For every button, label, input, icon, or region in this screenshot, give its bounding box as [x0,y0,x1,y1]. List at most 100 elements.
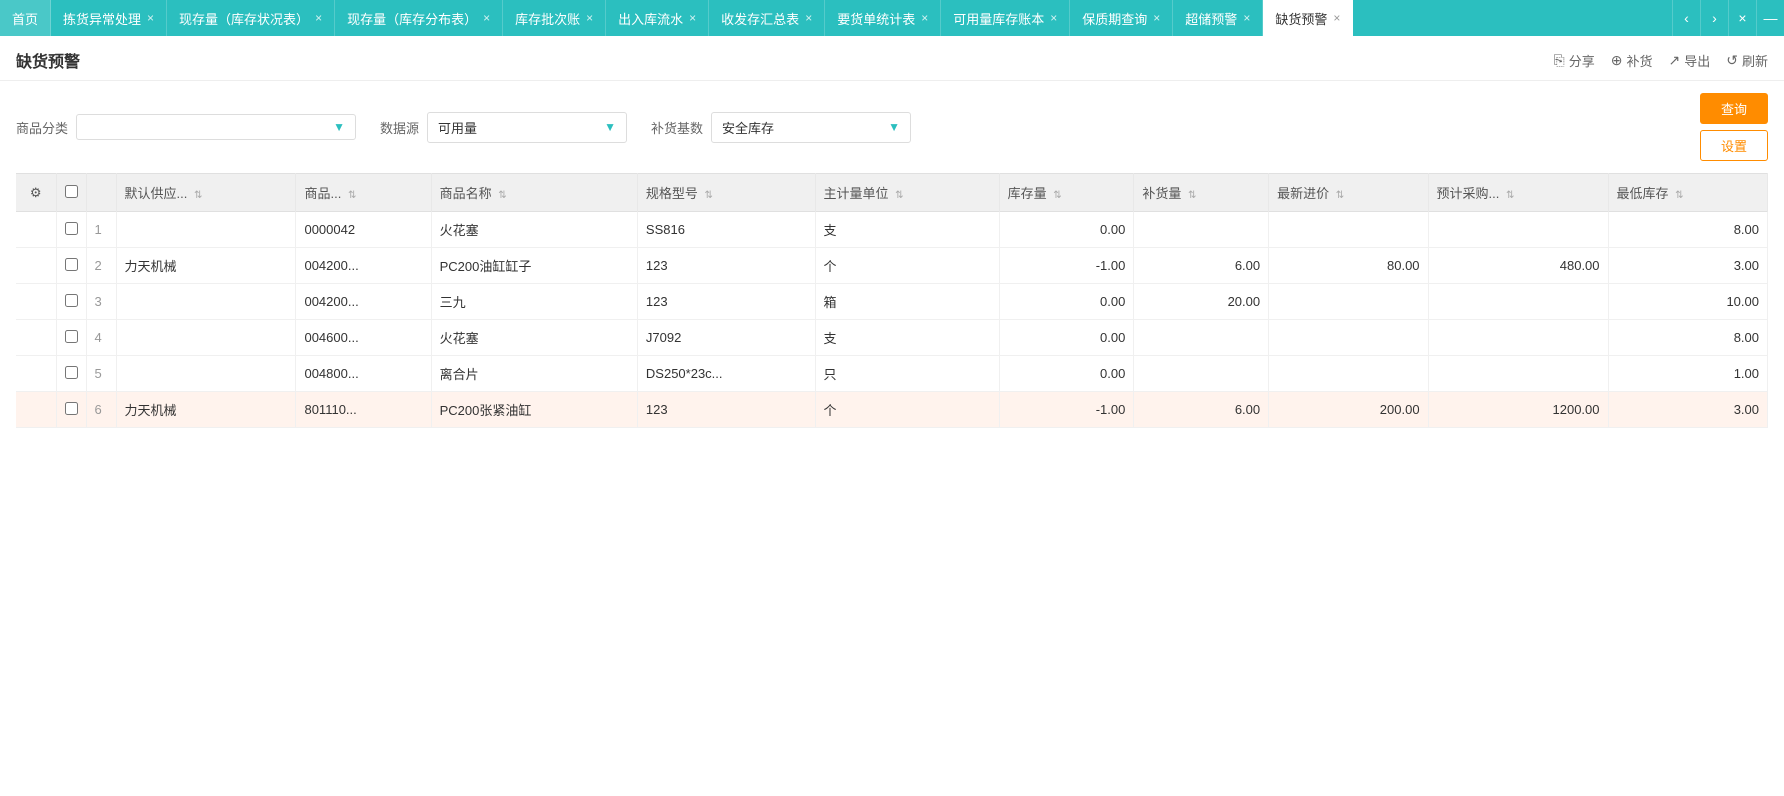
share-button[interactable]: ⎘ 分享 [1554,51,1595,70]
tab-exception-close[interactable]: × [147,11,154,25]
row-replenish-qty: 20.00 [1134,284,1269,320]
tab-inventory-status[interactable]: 现存量（库存状况表） × [167,0,335,36]
tab-inventory-dist[interactable]: 现存量（库存分布表） × [335,0,503,36]
tab-next-button[interactable]: › [1700,0,1728,36]
row-unit: 支 [815,320,999,356]
column-default-supplier[interactable]: 默认供应... ⇅ [116,174,296,212]
table-row: 4 004600... 火花塞 J7092 支 0.00 8.00 [16,320,1768,356]
refresh-button[interactable]: ↺ 刷新 [1726,51,1768,70]
tab-batch-account[interactable]: 库存批次账 × [503,0,606,36]
row-unit: 支 [815,212,999,248]
tab-receive-summary[interactable]: 收发存汇总表 × [709,0,825,36]
row-item-name: PC200张紧油缸 [431,392,637,428]
row-unit: 箱 [815,284,999,320]
filter-area: 商品分类 ▼ 数据源 可用量 ▼ 补货基数 安全库存 ▼ 查询 设置 [0,81,1784,173]
row-checkbox[interactable] [65,330,78,343]
row-gear-cell [16,284,56,320]
gear-icon: ⚙ [30,185,42,200]
column-replenish-qty[interactable]: 补货量 ⇅ [1134,174,1269,212]
column-estimated-purchase[interactable]: 预计采购... ⇅ [1428,174,1608,212]
tab-expiry-query[interactable]: 保质期查询 × [1070,0,1173,36]
row-supplier [116,356,296,392]
tab-receive-summary-close[interactable]: × [805,11,812,25]
column-item-code[interactable]: 商品... ⇅ [296,174,431,212]
column-gear[interactable]: ⚙ [16,174,56,212]
row-item-code: 004200... [296,248,431,284]
page-content: 缺货预警 ⎘ 分享 ⊕ 补货 ↗ 导出 ↺ 刷新 商品分类 [0,36,1784,796]
column-latest-price[interactable]: 最新进价 ⇅ [1269,174,1428,212]
column-min-stock[interactable]: 最低库存 ⇅ [1608,174,1767,212]
row-replenish-qty: 6.00 [1134,392,1269,428]
tab-shortage[interactable]: 缺货预警 × [1263,0,1353,36]
table-row: 3 004200... 三九 123 箱 0.00 20.00 10.00 [16,284,1768,320]
filter-datasource-group: 数据源 可用量 ▼ [380,112,627,143]
tab-overstock-close[interactable]: × [1243,11,1250,25]
filter-category-select[interactable]: ▼ [76,114,356,140]
row-checkbox-cell[interactable] [56,392,86,428]
row-checkbox-cell[interactable] [56,248,86,284]
row-number: 5 [86,356,116,392]
filter-replenish-base-select[interactable]: 安全库存 ▼ [711,112,911,143]
row-min-stock: 10.00 [1608,284,1767,320]
filter-datasource-select[interactable]: 可用量 ▼ [427,112,627,143]
row-item-name: PC200油缸缸子 [431,248,637,284]
row-checkbox[interactable] [65,258,78,271]
row-item-code: 801110... [296,392,431,428]
select-all-checkbox[interactable] [65,185,78,198]
row-latest-price [1269,212,1428,248]
column-stock[interactable]: 库存量 ⇅ [999,174,1134,212]
row-checkbox-cell[interactable] [56,212,86,248]
row-supplier: 力天机械 [116,392,296,428]
replenish-icon: ⊕ [1611,52,1623,69]
tab-expiry-query-close[interactable]: × [1153,11,1160,25]
query-button[interactable]: 查询 [1700,93,1768,124]
row-checkbox[interactable] [65,222,78,235]
row-number: 6 [86,392,116,428]
row-replenish-qty [1134,212,1269,248]
tab-order-stats[interactable]: 要货单统计表 × [825,0,941,36]
replenish-button[interactable]: ⊕ 补货 [1611,51,1653,70]
tab-prev-button[interactable]: ‹ [1672,0,1700,36]
row-checkbox[interactable] [65,402,78,415]
filter-datasource-value: 可用量 [438,118,477,137]
row-checkbox[interactable] [65,366,78,379]
tab-home[interactable]: 首页 [0,0,51,36]
tab-exception[interactable]: 拣货异常处理 × [51,0,167,36]
row-checkbox-cell[interactable] [56,320,86,356]
row-supplier: 力天机械 [116,248,296,284]
tab-in-out-flow-close[interactable]: × [689,11,696,25]
row-gear-cell [16,320,56,356]
row-estimated-purchase [1428,284,1608,320]
row-replenish-qty [1134,320,1269,356]
tab-inventory-dist-close[interactable]: × [483,11,490,25]
row-checkbox-cell[interactable] [56,356,86,392]
tab-shortage-close[interactable]: × [1333,11,1340,25]
tab-batch-account-close[interactable]: × [586,11,593,25]
tab-inventory-status-close[interactable]: × [315,11,322,25]
sort-icon-code: ⇅ [348,190,356,201]
row-gear-cell [16,248,56,284]
tab-close-all-button[interactable]: × [1728,0,1756,36]
column-unit[interactable]: 主计量单位 ⇅ [815,174,999,212]
row-item-code: 004200... [296,284,431,320]
tab-available-ledger-close[interactable]: × [1050,11,1057,25]
table-body: 1 0000042 火花塞 SS816 支 0.00 8.00 2 力天机械 0… [16,212,1768,428]
settings-button[interactable]: 设置 [1700,130,1768,161]
row-checkbox-cell[interactable] [56,284,86,320]
filter-category-group: 商品分类 ▼ [16,114,356,140]
row-min-stock: 8.00 [1608,212,1767,248]
export-button[interactable]: ↗ 导出 [1669,51,1711,70]
row-checkbox[interactable] [65,294,78,307]
column-item-name[interactable]: 商品名称 ⇅ [431,174,637,212]
column-spec[interactable]: 规格型号 ⇅ [637,174,815,212]
row-item-name: 离合片 [431,356,637,392]
tab-in-out-flow[interactable]: 出入库流水 × [606,0,709,36]
tab-order-stats-close[interactable]: × [921,11,928,25]
row-item-name: 火花塞 [431,212,637,248]
row-unit: 个 [815,392,999,428]
tab-available-ledger[interactable]: 可用量库存账本 × [941,0,1070,36]
column-checkbox[interactable] [56,174,86,212]
tab-minimize-button[interactable]: — [1756,0,1784,36]
tab-overstock[interactable]: 超储预警 × [1173,0,1263,36]
sort-icon-replenish: ⇅ [1188,190,1196,201]
